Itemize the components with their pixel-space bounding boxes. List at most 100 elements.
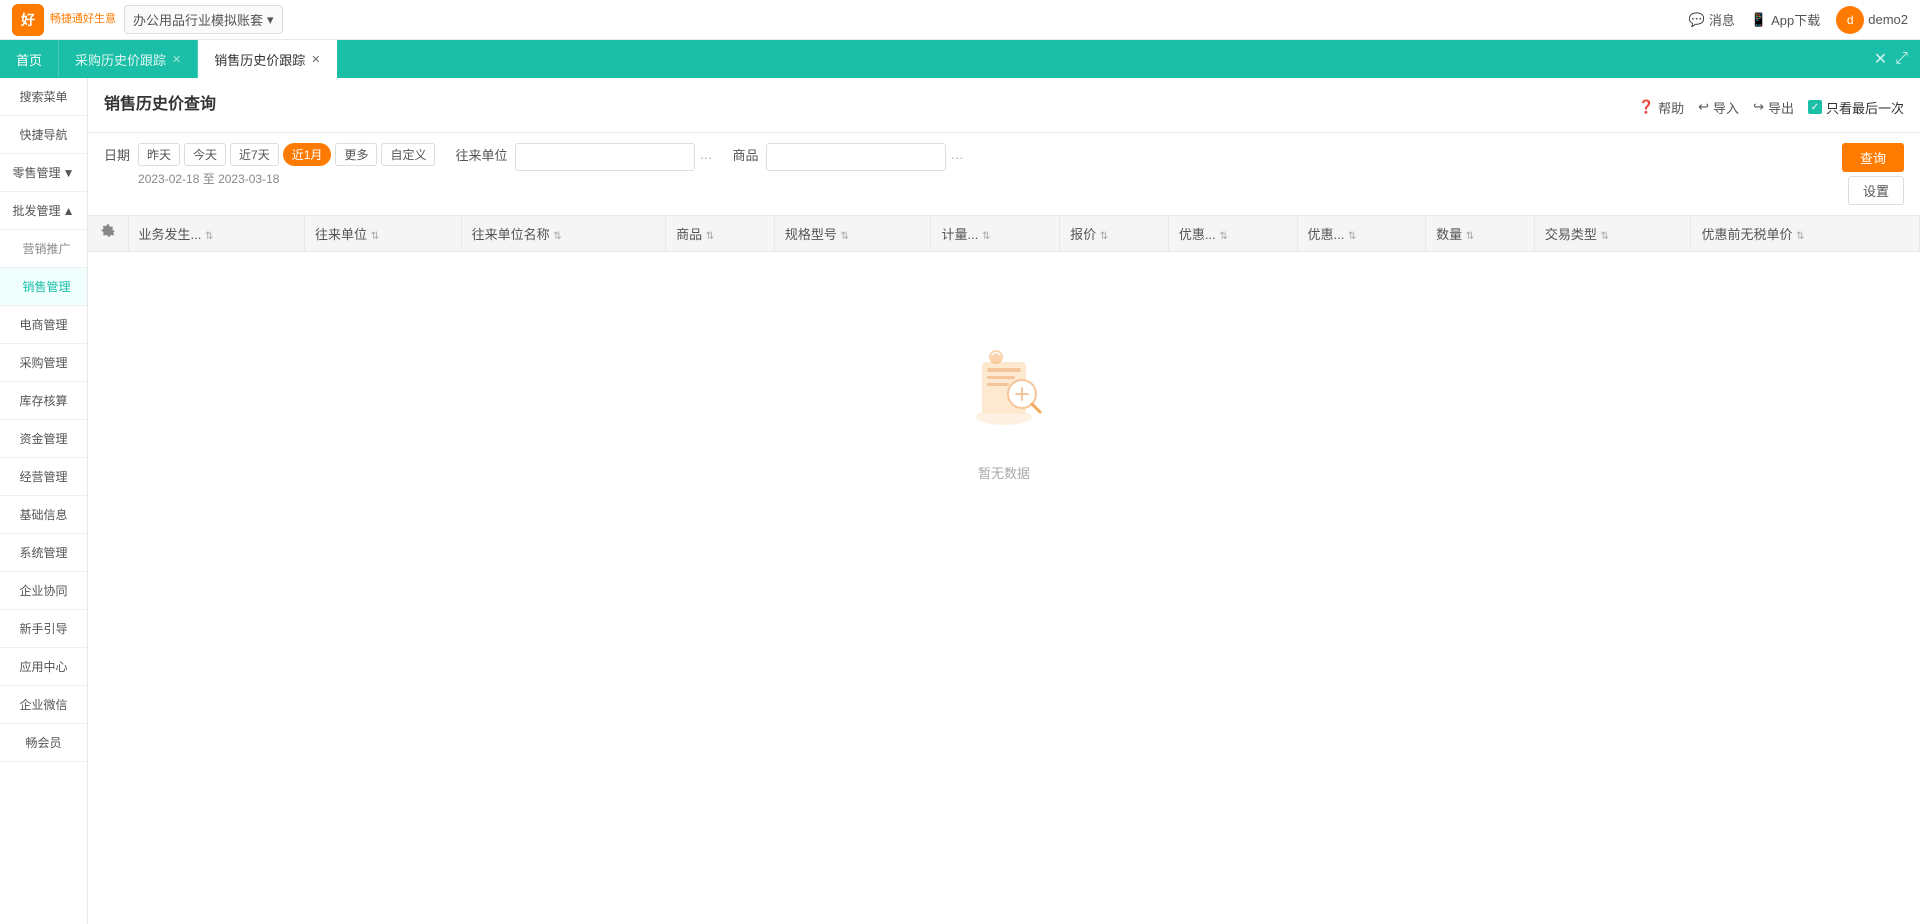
table-header-product[interactable]: 商品 ⇅ <box>666 216 775 252</box>
sidebar-ecommerce-mgmt-label: 电商管理 <box>19 318 67 332</box>
tab-sales-history[interactable]: 销售历史价跟踪 ✕ <box>198 40 337 78</box>
sidebar-app-center-label: 应用中心 <box>19 660 67 674</box>
table-header-discount2[interactable]: 优惠... ⇅ <box>1297 216 1426 252</box>
action-buttons: 查询 设置 <box>1842 143 1904 205</box>
table-header-pre-tax-price[interactable]: 优惠前无税单价 ⇅ <box>1691 216 1920 252</box>
col-unit-label: 计量... <box>941 227 978 242</box>
product-picker-btn[interactable]: ··· <box>950 150 963 165</box>
close-tab-action[interactable]: ✕ <box>1874 49 1887 69</box>
sidebar-item-member[interactable]: 畅会员 <box>0 724 87 762</box>
close-purchase-history-tab[interactable]: ✕ <box>172 53 181 66</box>
sidebar-item-wholesale-mgmt[interactable]: 批发管理 ▲ <box>0 192 87 230</box>
export-icon: ↪ <box>1753 99 1764 115</box>
table-header-counterparty-code[interactable]: 往来单位 ⇅ <box>305 216 462 252</box>
app-download-button[interactable]: 📱 App下载 <box>1751 10 1820 29</box>
only-last-once-toggle[interactable]: ✓ 只看最后一次 <box>1808 98 1904 117</box>
sidebar-item-marketing-promo[interactable]: 营销推广 <box>0 230 87 268</box>
sidebar-system-mgmt-label: 系统管理 <box>19 546 67 560</box>
counterparty-input[interactable] <box>515 143 695 171</box>
counterparty-picker-btn[interactable]: ··· <box>699 150 712 165</box>
table-header-biz-date[interactable]: 业务发生... ⇅ <box>128 216 305 252</box>
settings-button[interactable]: 设置 <box>1848 176 1904 205</box>
query-button[interactable]: 查询 <box>1842 143 1904 172</box>
sidebar-basic-info-label: 基础信息 <box>19 508 67 522</box>
table-header-unit[interactable]: 计量... ⇅ <box>931 216 1060 252</box>
page-title: 销售历史价查询 <box>104 90 216 114</box>
sidebar-item-purchase-mgmt[interactable]: 采购管理 <box>0 344 87 382</box>
chevron-down-icon: ▾ <box>267 12 274 28</box>
table-header-trans-type[interactable]: 交易类型 ⇅ <box>1534 216 1691 252</box>
date-btn-1month[interactable]: 近1月 <box>283 143 332 166</box>
gear-icon <box>100 224 116 240</box>
page-header: 销售历史价查询 ❓ 帮助 ↩ 导入 ↪ 导出 ✓ <box>88 78 1920 133</box>
sidebar-item-search-menu[interactable]: 搜索菜单 <box>0 78 87 116</box>
sort-icon: ⇅ <box>982 231 990 242</box>
import-button[interactable]: ↩ 导入 <box>1698 98 1739 117</box>
sidebar-item-operations-mgmt[interactable]: 经营管理 <box>0 458 87 496</box>
sort-icon: ⇅ <box>205 231 213 242</box>
product-input[interactable] <box>766 143 946 171</box>
sort-icon: ⇅ <box>1601 231 1609 242</box>
table-header-quoted-price[interactable]: 报价 ⇅ <box>1060 216 1169 252</box>
empty-state: 暂无数据 <box>88 252 1920 562</box>
tab-bar: 首页 采购历史价跟踪 ✕ 销售历史价跟踪 ✕ ✕ ⤢ <box>0 40 1920 78</box>
logo-icon: 好 <box>12 4 44 36</box>
sidebar-inventory-check-label: 库存核算 <box>19 394 67 408</box>
close-sales-history-tab[interactable]: ✕ <box>311 53 320 66</box>
date-btn-yesterday[interactable]: 昨天 <box>138 143 180 166</box>
tab-home[interactable]: 首页 <box>0 40 59 78</box>
table-header-discount1[interactable]: 优惠... ⇅ <box>1168 216 1297 252</box>
date-filter-label: 日期 <box>104 143 130 164</box>
sidebar-item-system-mgmt[interactable]: 系统管理 <box>0 534 87 572</box>
date-btn-today[interactable]: 今天 <box>184 143 226 166</box>
help-button[interactable]: ❓ 帮助 <box>1638 98 1684 117</box>
sidebar-item-app-center[interactable]: 应用中心 <box>0 648 87 686</box>
table-header-quantity[interactable]: 数量 ⇅ <box>1426 216 1535 252</box>
sidebar-finance-mgmt-label: 资金管理 <box>19 432 67 446</box>
sidebar-item-sales-mgmt[interactable]: 销售管理 <box>0 268 87 306</box>
counterparty-filter-group: 往来单位 ··· <box>455 143 712 171</box>
sidebar-item-enterprise-collab[interactable]: 企业协同 <box>0 572 87 610</box>
sidebar-item-enterprise-wechat[interactable]: 企业微信 <box>0 686 87 724</box>
tab-actions: ✕ ⤢ <box>1874 49 1920 69</box>
date-range-display: 2023-02-18 至 2023-03-18 <box>138 170 435 187</box>
date-btn-custom[interactable]: 自定义 <box>381 143 435 166</box>
empty-illustration <box>954 332 1054 432</box>
app-selector-label: 办公用品行业模拟账套 <box>133 10 263 29</box>
table-header-counterparty-name[interactable]: 往来单位名称 ⇅ <box>461 216 665 252</box>
date-btn-more[interactable]: 更多 <box>335 143 377 166</box>
col-product-label: 商品 <box>676 227 702 242</box>
table-header-spec[interactable]: 规格型号 ⇅ <box>774 216 931 252</box>
tab-purchase-history[interactable]: 采购历史价跟踪 ✕ <box>59 40 198 78</box>
counterparty-label: 往来单位 <box>455 143 507 164</box>
app-selector[interactable]: 办公用品行业模拟账套 ▾ <box>124 5 283 34</box>
table-header-gear[interactable] <box>88 216 128 252</box>
export-button[interactable]: ↪ 导出 <box>1753 98 1794 117</box>
sidebar: 搜索菜单 快捷导航 零售管理 ▼ 批发管理 ▲ 营销推广 销售管理 电商管理 采… <box>0 78 88 924</box>
top-bar-left: 好 畅捷通好生意 办公用品行业模拟账套 ▾ <box>12 4 283 36</box>
col-biz-date-label: 业务发生... <box>139 227 202 242</box>
date-filter: 昨天 今天 近7天 近1月 更多 自定义 2023-02-18 至 2023-0… <box>138 143 435 187</box>
sidebar-item-quick-nav[interactable]: 快捷导航 <box>0 116 87 154</box>
message-label: 消息 <box>1709 10 1735 29</box>
top-bar: 好 畅捷通好生意 办公用品行业模拟账套 ▾ 💬 消息 📱 App下载 d dem… <box>0 0 1920 40</box>
help-icon: ❓ <box>1638 99 1654 115</box>
date-btn-7days[interactable]: 近7天 <box>230 143 279 166</box>
sidebar-item-basic-info[interactable]: 基础信息 <box>0 496 87 534</box>
maximize-tab-action[interactable]: ⤢ <box>1895 50 1908 68</box>
product-filter-group: 商品 ··· <box>732 143 963 171</box>
data-table: 业务发生... ⇅ 往来单位 ⇅ 往来单位名称 ⇅ 商品 <box>88 216 1920 252</box>
sidebar-item-ecommerce-mgmt[interactable]: 电商管理 <box>0 306 87 344</box>
sidebar-item-finance-mgmt[interactable]: 资金管理 <box>0 420 87 458</box>
col-discount2-label: 优惠... <box>1308 227 1345 242</box>
sidebar-item-new-user-guide[interactable]: 新手引导 <box>0 610 87 648</box>
chevron-down-icon: ▼ <box>63 166 75 180</box>
tab-home-label: 首页 <box>16 50 42 69</box>
sidebar-item-retail-mgmt[interactable]: 零售管理 ▼ <box>0 154 87 192</box>
user-profile[interactable]: d demo2 <box>1836 6 1908 34</box>
sort-icon: ⇅ <box>706 231 714 242</box>
message-button[interactable]: 💬 消息 <box>1689 10 1735 29</box>
sidebar-retail-mgmt-label: 零售管理 <box>13 164 61 181</box>
empty-icon <box>954 332 1054 451</box>
sidebar-item-inventory-check[interactable]: 库存核算 <box>0 382 87 420</box>
